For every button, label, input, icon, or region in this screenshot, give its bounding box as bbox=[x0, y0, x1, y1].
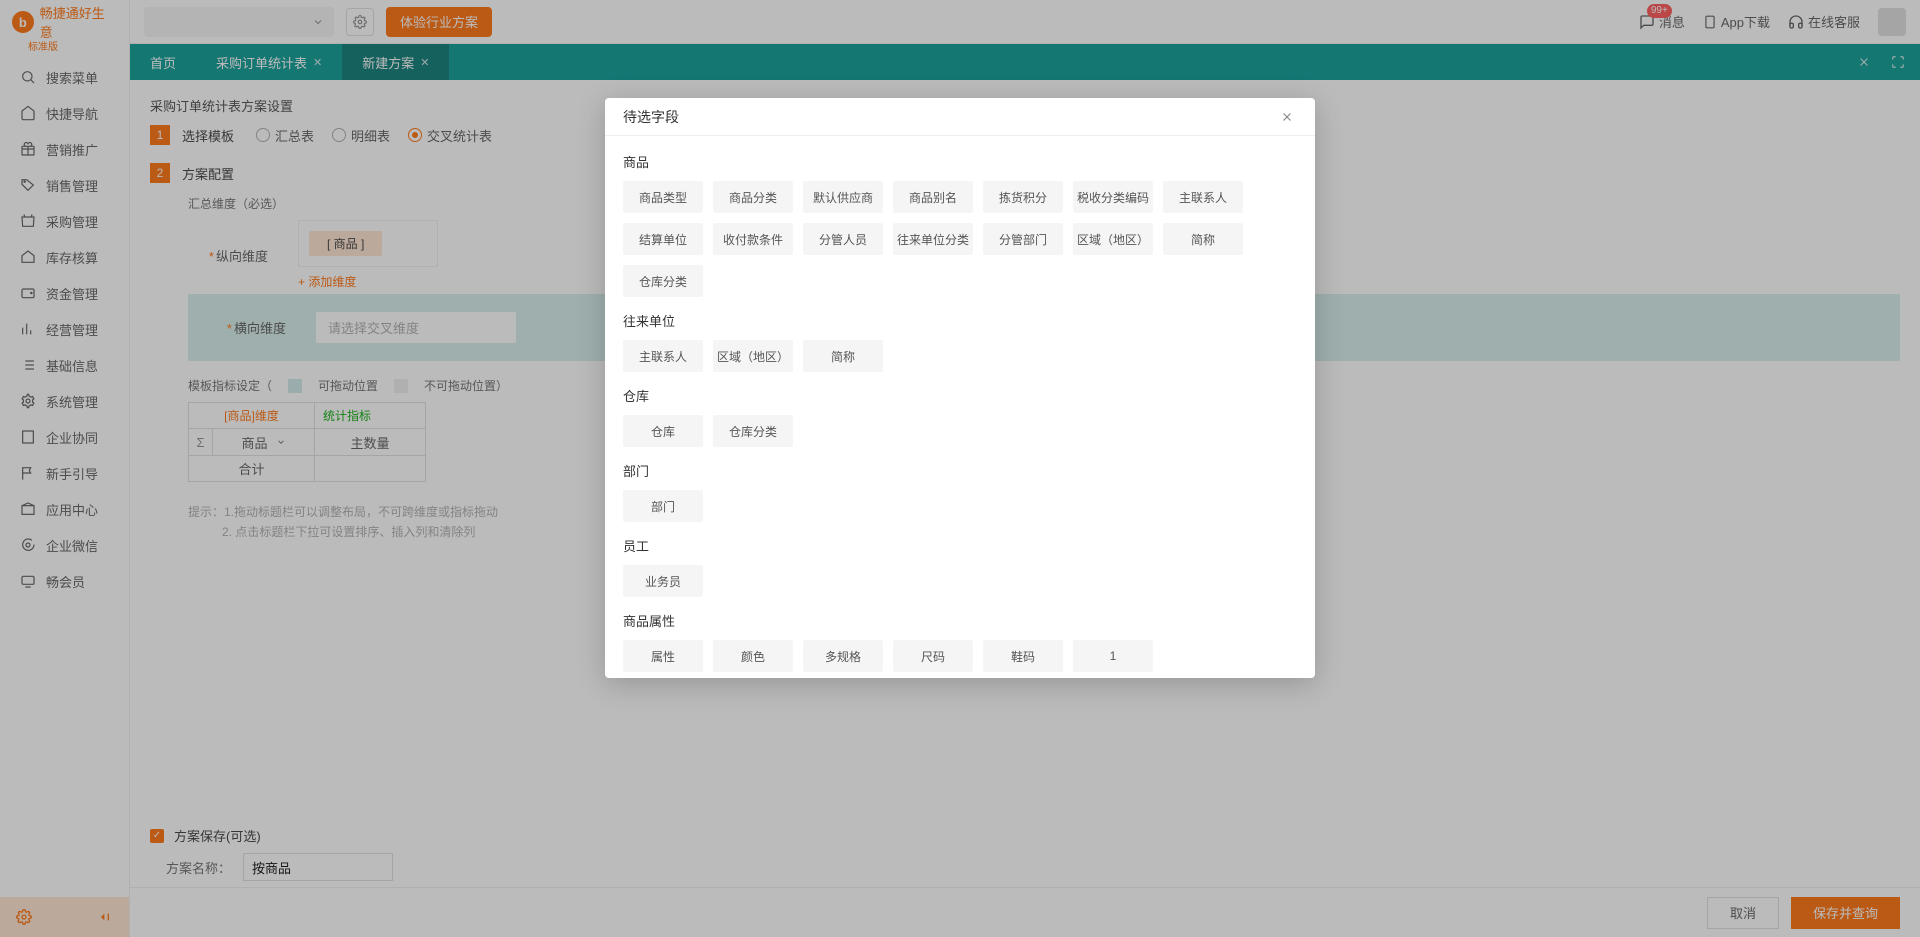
field-chip[interactable]: 1 bbox=[1073, 640, 1153, 672]
modal-header: 待选字段 bbox=[605, 98, 1315, 136]
field-chip[interactable]: 默认供应商 bbox=[803, 181, 883, 213]
field-chip[interactable]: 尺码 bbox=[893, 640, 973, 672]
field-chip[interactable]: 简称 bbox=[1163, 223, 1243, 255]
field-chip[interactable]: 鞋码 bbox=[983, 640, 1063, 672]
field-chip[interactable]: 颜色 bbox=[713, 640, 793, 672]
field-chip[interactable]: 结算单位 bbox=[623, 223, 703, 255]
field-chip[interactable]: 仓库分类 bbox=[713, 415, 793, 447]
field-chip[interactable]: 部门 bbox=[623, 490, 703, 522]
field-chip[interactable]: 分管部门 bbox=[983, 223, 1063, 255]
field-group-5: 商品属性属性颜色多规格尺码鞋码 1 bbox=[623, 611, 1297, 672]
field-chip[interactable]: 收付款条件 bbox=[713, 223, 793, 255]
field-group-title: 往来单位 bbox=[623, 311, 1297, 330]
field-group-title: 商品属性 bbox=[623, 611, 1297, 630]
field-group-0: 商品商品类型商品分类默认供应商商品别名拣货积分税收分类编码主联系人结算单位收付款… bbox=[623, 152, 1297, 297]
modal-body: 商品商品类型商品分类默认供应商商品别名拣货积分税收分类编码主联系人结算单位收付款… bbox=[605, 136, 1315, 678]
field-chip[interactable]: 属性 bbox=[623, 640, 703, 672]
field-chip[interactable]: 区域（地区） bbox=[1073, 223, 1153, 255]
field-chip[interactable]: 多规格 bbox=[803, 640, 883, 672]
field-chip[interactable]: 主联系人 bbox=[623, 340, 703, 372]
field-chip[interactable]: 主联系人 bbox=[1163, 181, 1243, 213]
field-group-2: 仓库仓库仓库分类 bbox=[623, 386, 1297, 447]
field-group-3: 部门部门 bbox=[623, 461, 1297, 522]
field-chip[interactable]: 税收分类编码 bbox=[1073, 181, 1153, 213]
field-chip[interactable]: 商品别名 bbox=[893, 181, 973, 213]
field-chip[interactable]: 仓库分类 bbox=[623, 265, 703, 297]
field-group-title: 仓库 bbox=[623, 386, 1297, 405]
field-chip[interactable]: 简称 bbox=[803, 340, 883, 372]
modal-overlay[interactable]: 待选字段 商品商品类型商品分类默认供应商商品别名拣货积分税收分类编码主联系人结算… bbox=[0, 0, 1920, 937]
field-picker-modal: 待选字段 商品商品类型商品分类默认供应商商品别名拣货积分税收分类编码主联系人结算… bbox=[605, 98, 1315, 678]
modal-title: 待选字段 bbox=[623, 107, 679, 127]
field-group-1: 往来单位主联系人区域（地区） 简称 bbox=[623, 311, 1297, 372]
field-chip[interactable]: 仓库 bbox=[623, 415, 703, 447]
field-group-title: 员工 bbox=[623, 536, 1297, 555]
field-chip[interactable]: 业务员 bbox=[623, 565, 703, 597]
field-chip[interactable]: 商品分类 bbox=[713, 181, 793, 213]
field-chip[interactable]: 拣货积分 bbox=[983, 181, 1063, 213]
field-group-4: 员工业务员 bbox=[623, 536, 1297, 597]
field-chip[interactable]: 分管人员 bbox=[803, 223, 883, 255]
field-chip[interactable]: 商品类型 bbox=[623, 181, 703, 213]
field-chip[interactable]: 往来单位分类 bbox=[893, 223, 973, 255]
field-group-title: 部门 bbox=[623, 461, 1297, 480]
modal-close-button[interactable] bbox=[1277, 107, 1297, 127]
field-group-title: 商品 bbox=[623, 152, 1297, 171]
field-chip[interactable]: 区域（地区） bbox=[713, 340, 793, 372]
